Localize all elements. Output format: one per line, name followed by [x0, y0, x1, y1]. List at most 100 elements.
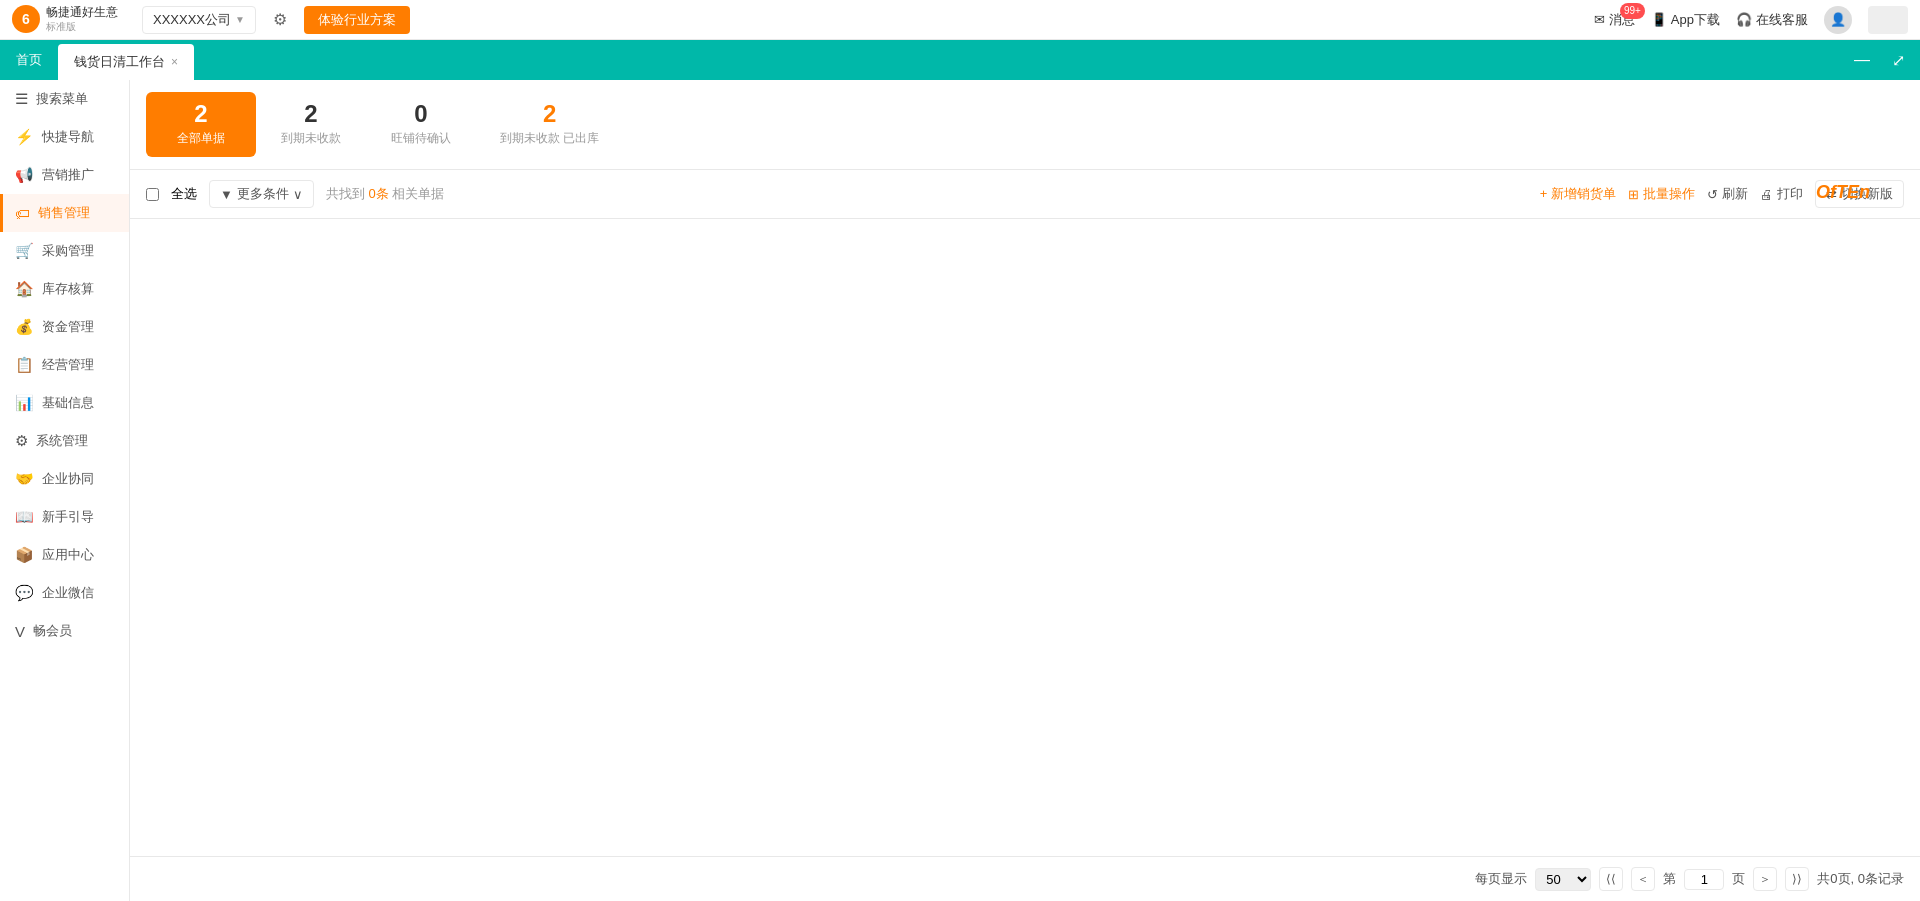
- table-empty: [130, 219, 1920, 856]
- per-page-label: 每页显示: [1475, 870, 1527, 888]
- marketing-icon: 📢: [15, 166, 34, 184]
- sidebar-label-inventory: 库存核算: [42, 280, 94, 298]
- sidebar-item-finance[interactable]: 💰 资金管理: [0, 308, 129, 346]
- search-menu-icon: ☰: [15, 90, 28, 108]
- sidebar-item-quick[interactable]: ⚡ 快捷导航: [0, 118, 129, 156]
- app-sub: 标准版: [46, 20, 118, 34]
- top-right-actions: ✉ 消息 99+ 📱 App下载 🎧 在线客服 👤: [1594, 6, 1908, 34]
- home-tab-label: 首页: [16, 51, 42, 69]
- prev-page-button[interactable]: ＜: [1631, 867, 1655, 891]
- sidebar-item-enterprise[interactable]: 🤝 企业协同: [0, 460, 129, 498]
- stat-label-overdue: 到期未收款: [281, 130, 341, 147]
- main-content: 2 全部单据 2 到期未收款 0 旺铺待确认 2 到期未收款 已出库 全选 ▼ …: [130, 80, 1920, 901]
- stat-card-overdue[interactable]: 2 到期未收款: [256, 92, 366, 157]
- next-page-button[interactable]: ＞: [1753, 867, 1777, 891]
- sidebar-label-quick: 快捷导航: [42, 128, 94, 146]
- top-bar: 6 畅捷通好生意 标准版 XXXXXX公司 ▼ ⚙ 体验行业方案 ✉ 消息 99…: [0, 0, 1920, 40]
- username-area: [1868, 6, 1908, 34]
- tab-home[interactable]: 首页: [0, 40, 58, 80]
- batch-icon: ⊞: [1628, 187, 1639, 202]
- stat-label-all: 全部单据: [177, 130, 225, 147]
- quick-nav-icon: ⚡: [15, 128, 34, 146]
- stat-card-shipped[interactable]: 2 到期未收款 已出库: [476, 92, 623, 157]
- logo-icon: 6: [12, 5, 40, 33]
- last-page-button[interactable]: ⟩⟩: [1785, 867, 1809, 891]
- switch-version-button[interactable]: ⇄ 切换新版: [1815, 180, 1904, 208]
- table-area: [130, 219, 1920, 856]
- message-button[interactable]: ✉ 消息 99+: [1594, 11, 1635, 29]
- tab-active[interactable]: 钱货日清工作台 ×: [58, 44, 194, 80]
- inventory-icon: 🏠: [15, 280, 34, 298]
- per-page-select[interactable]: 50 20 100: [1535, 868, 1591, 891]
- pagination: 每页显示 50 20 100 ⟨⟨ ＜ 第 页 ＞ ⟩⟩ 共0页, 0条记录: [130, 856, 1920, 901]
- sidebar-item-marketing[interactable]: 📢 营销推广: [0, 156, 129, 194]
- trial-button[interactable]: 体验行业方案: [304, 6, 410, 34]
- tab-close-icon[interactable]: ×: [171, 55, 178, 69]
- batch-operation-button[interactable]: ⊞ 批量操作: [1628, 185, 1695, 203]
- sidebar-item-search[interactable]: ☰ 搜索菜单: [0, 80, 129, 118]
- tab-minimize-icon[interactable]: —: [1848, 46, 1876, 74]
- sidebar-item-guide[interactable]: 📖 新手引导: [0, 498, 129, 536]
- page-input[interactable]: [1684, 869, 1724, 890]
- select-all-checkbox[interactable]: [146, 188, 159, 201]
- avatar-icon: 👤: [1830, 12, 1846, 27]
- sidebar-label-enterprise: 企业协同: [42, 470, 94, 488]
- logo-area: 6 畅捷通好生意 标准版: [12, 5, 142, 33]
- sidebar-label-search: 搜索菜单: [36, 90, 88, 108]
- stat-card-wangpu[interactable]: 0 旺铺待确认: [366, 92, 476, 157]
- sidebar-label-finance: 资金管理: [42, 318, 94, 336]
- filter-button[interactable]: ▼ 更多条件 ∨: [209, 180, 314, 208]
- sidebar-item-business[interactable]: 📋 经营管理: [0, 346, 129, 384]
- sidebar-item-purchase[interactable]: 🛒 采购管理: [0, 232, 129, 270]
- sidebar-item-system[interactable]: ⚙ 系统管理: [0, 422, 129, 460]
- sidebar-item-basic[interactable]: 📊 基础信息: [0, 384, 129, 422]
- first-page-button[interactable]: ⟨⟨: [1599, 867, 1623, 891]
- service-label: 在线客服: [1756, 11, 1808, 29]
- stat-card-all[interactable]: 2 全部单据: [146, 92, 256, 157]
- page-suffix: 页: [1732, 870, 1745, 888]
- sidebar-item-sales[interactable]: 🏷 销售管理: [0, 194, 129, 232]
- company-selector[interactable]: XXXXXX公司 ▼: [142, 6, 256, 34]
- finance-icon: 💰: [15, 318, 34, 336]
- tab-expand-icon[interactable]: ⤢: [1884, 46, 1912, 74]
- sidebar-item-appstore[interactable]: 📦 应用中心: [0, 536, 129, 574]
- service-icon: 🎧: [1736, 12, 1752, 27]
- sidebar-label-system: 系统管理: [36, 432, 88, 450]
- sidebar-item-vip[interactable]: V 畅会员: [0, 612, 129, 650]
- app-name: 畅捷通好生意: [46, 5, 118, 19]
- vip-icon: V: [15, 623, 25, 640]
- filter-label: 更多条件: [237, 185, 289, 203]
- settings-button[interactable]: ⚙: [266, 6, 294, 34]
- tab-nav-right: — ⤢: [1848, 46, 1920, 74]
- stat-cards: 2 全部单据 2 到期未收款 0 旺铺待确认 2 到期未收款 已出库: [130, 80, 1920, 170]
- toolbar-right: + 新增销货单 ⊞ 批量操作 ↺ 刷新 🖨 打印 ⇄ 切换新版: [1540, 180, 1904, 208]
- app-download-button[interactable]: 📱 App下载: [1651, 11, 1720, 29]
- basic-info-icon: 📊: [15, 394, 34, 412]
- enterprise-icon: 🤝: [15, 470, 34, 488]
- sidebar-label-wechat: 企业微信: [42, 584, 94, 602]
- active-tab-label: 钱货日清工作台: [74, 53, 165, 71]
- print-button[interactable]: 🖨 打印: [1760, 185, 1803, 203]
- stat-count-overdue: 2: [304, 100, 317, 128]
- sidebar-label-marketing: 营销推广: [42, 166, 94, 184]
- sales-icon: 🏷: [15, 205, 30, 222]
- online-service-button[interactable]: 🎧 在线客服: [1736, 11, 1808, 29]
- sidebar-label-business: 经营管理: [42, 356, 94, 374]
- message-icon: ✉: [1594, 12, 1605, 27]
- stat-count-wangpu: 0: [414, 100, 427, 128]
- stat-count-all: 2: [194, 100, 207, 128]
- refresh-icon: ↺: [1707, 187, 1718, 202]
- sidebar-item-wechat[interactable]: 💬 企业微信: [0, 574, 129, 612]
- print-icon: 🖨: [1760, 187, 1773, 202]
- appstore-icon: 📦: [15, 546, 34, 564]
- toolbar: 全选 ▼ 更多条件 ∨ 共找到 0条 相关单据 + 新增销货单 ⊞ 批量操作 ↺: [130, 170, 1920, 219]
- refresh-button[interactable]: ↺ 刷新: [1707, 185, 1748, 203]
- sidebar-label-appstore: 应用中心: [42, 546, 94, 564]
- sidebar-item-inventory[interactable]: 🏠 库存核算: [0, 270, 129, 308]
- page-prefix: 第: [1663, 870, 1676, 888]
- avatar[interactable]: 👤: [1824, 6, 1852, 34]
- main-layout: ☰ 搜索菜单 ⚡ 快捷导航 📢 营销推广 🏷 销售管理 🛒 采购管理 🏠 库存核…: [0, 80, 1920, 901]
- download-icon: 📱: [1651, 12, 1667, 27]
- add-sales-order-button[interactable]: + 新增销货单: [1540, 185, 1616, 203]
- sidebar-label-basic: 基础信息: [42, 394, 94, 412]
